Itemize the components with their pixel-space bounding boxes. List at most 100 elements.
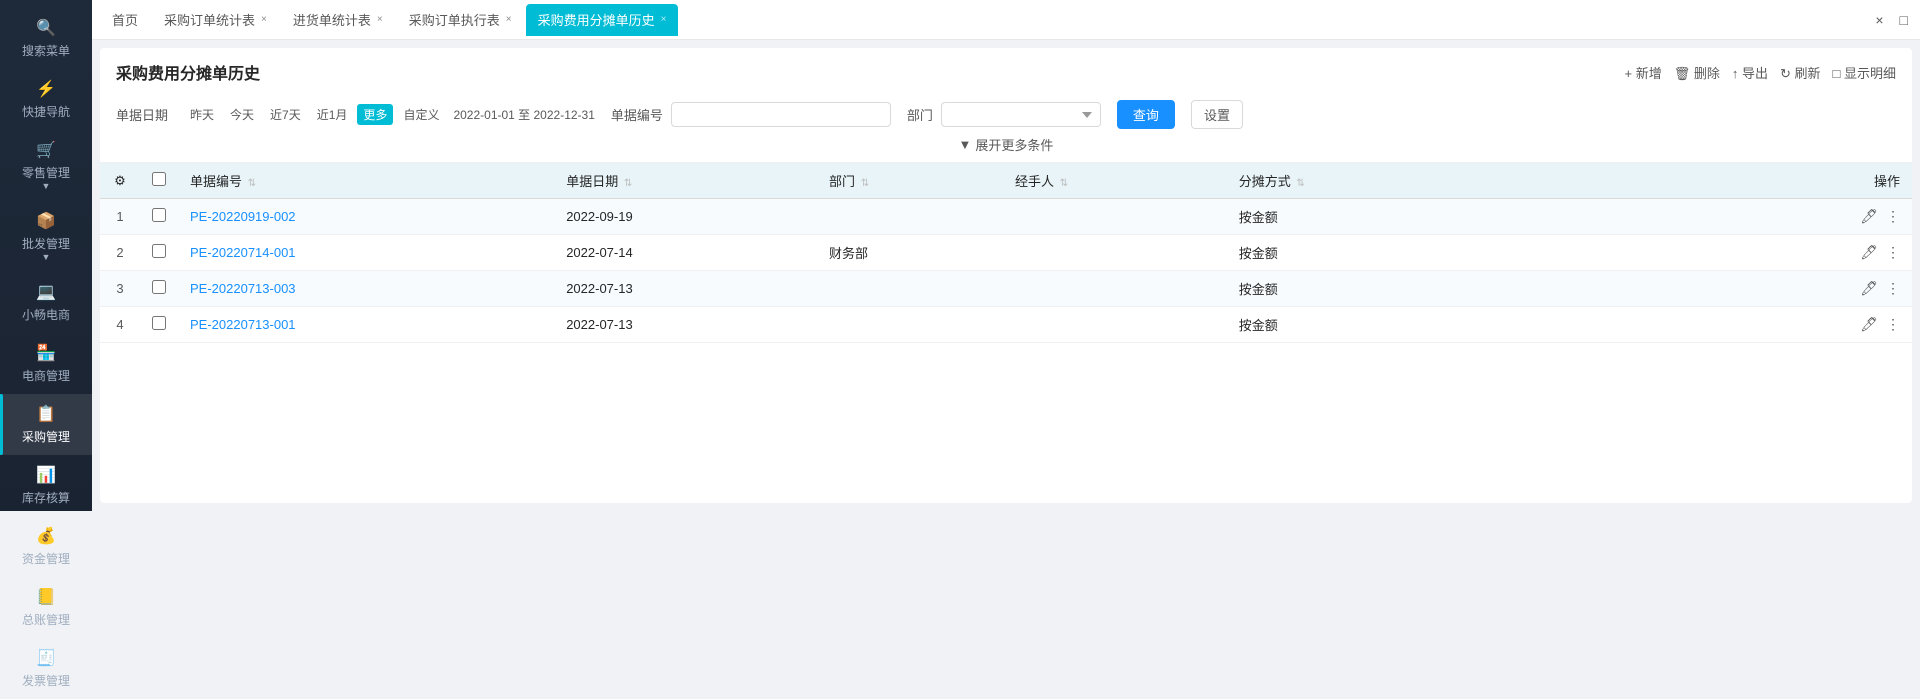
row-checkbox[interactable] — [152, 316, 166, 330]
sidebar-item-retail[interactable]: 🛒 零售管理 ▼ — [0, 130, 92, 201]
col-split-method-label: 分摊方式 — [1239, 174, 1291, 189]
sidebar-item-label: 采购管理 — [22, 428, 70, 445]
date-7days-btn[interactable]: 近7天 — [264, 104, 307, 125]
expand-more-btn[interactable]: ▼ 展开更多条件 — [116, 135, 1896, 154]
maximize-window-button[interactable]: □ — [1896, 8, 1912, 32]
close-icon[interactable]: × — [261, 14, 267, 25]
tab-purchase-cost-history[interactable]: 采购费用分摊单历史 × — [526, 4, 679, 36]
col-handler-label: 经手人 — [1015, 174, 1054, 189]
col-handler[interactable]: 经手人 ⇅ — [1003, 163, 1227, 199]
dept-label: 部门 — [907, 105, 933, 124]
sort-icon[interactable]: ⇅ — [861, 178, 869, 189]
col-order-no[interactable]: 单据编号 ⇅ — [178, 163, 554, 199]
sidebar-item-finance[interactable]: 💰 资金管理 — [0, 516, 92, 577]
sidebar-item-label: 批发管理 — [22, 235, 70, 252]
close-icon[interactable]: × — [377, 14, 383, 25]
settings-button[interactable]: 设置 — [1191, 100, 1243, 129]
row-order-no: PE-20220919-002 — [178, 199, 554, 235]
tab-home[interactable]: 首页 — [100, 4, 150, 36]
row-dept — [817, 307, 1003, 343]
col-dept[interactable]: 部门 ⇅ — [817, 163, 1003, 199]
tab-label: 采购订单统计表 — [164, 10, 255, 29]
row-checkbox-cell — [140, 307, 178, 343]
row-order-date: 2022-07-14 — [554, 235, 817, 271]
edit-icon[interactable]: 🖊 — [1860, 280, 1878, 297]
col-checkbox — [140, 163, 178, 199]
quick-nav-icon: ⚡ — [36, 79, 56, 99]
sidebar-item-general-ledger[interactable]: 📒 总账管理 — [0, 577, 92, 638]
col-split-method[interactable]: 分摊方式 ⇅ — [1227, 163, 1727, 199]
dept-select[interactable] — [941, 102, 1101, 127]
close-window-button[interactable]: × — [1871, 8, 1887, 32]
sidebar-item-ecommerce[interactable]: 🏪 电商管理 — [0, 333, 92, 394]
row-split-method: 按金额 — [1227, 307, 1727, 343]
invoice-icon: 🧾 — [36, 648, 56, 668]
row-actions: 🖊 ⋮ — [1727, 199, 1912, 235]
ledger-icon: 📒 — [36, 587, 56, 607]
more-icon[interactable]: ⋮ — [1886, 280, 1900, 297]
col-settings[interactable]: ⚙ — [100, 163, 140, 199]
tab-purchase-order-stats[interactable]: 采购订单统计表 × — [152, 4, 279, 36]
row-num: 2 — [100, 235, 140, 271]
close-icon[interactable]: × — [506, 14, 512, 25]
row-num: 4 — [100, 307, 140, 343]
edit-icon[interactable]: 🖊 — [1860, 208, 1878, 225]
order-no-link[interactable]: PE-20220713-001 — [190, 317, 296, 332]
tab-incoming-stats[interactable]: 进货单统计表 × — [281, 4, 395, 36]
order-no-link[interactable]: PE-20220919-002 — [190, 209, 296, 224]
date-today-btn[interactable]: 今天 — [224, 104, 260, 125]
close-icon[interactable]: × — [661, 14, 667, 25]
show-columns-button[interactable]: □ 显示明细 — [1833, 63, 1896, 82]
col-dept-label: 部门 — [829, 174, 855, 189]
sidebar-item-wholesale[interactable]: 📦 批发管理 ▼ — [0, 201, 92, 272]
sort-icon[interactable]: ⇅ — [1296, 178, 1304, 189]
sidebar-item-label: 零售管理 — [22, 164, 70, 181]
sort-icon[interactable]: ⇅ — [1060, 178, 1068, 189]
date-1month-btn[interactable]: 近1月 — [311, 104, 354, 125]
wholesale-icon: 📦 — [36, 211, 56, 231]
edit-icon[interactable]: 🖊 — [1860, 244, 1878, 261]
order-no-input[interactable] — [671, 102, 891, 127]
date-yesterday-btn[interactable]: 昨天 — [184, 104, 220, 125]
order-no-link[interactable]: PE-20220714-001 — [190, 245, 296, 260]
table-row: 4 PE-20220713-001 2022-07-13 按金额 🖊 ⋮ — [100, 307, 1912, 343]
row-handler — [1003, 235, 1227, 271]
row-checkbox[interactable] — [152, 244, 166, 258]
filter-bar: 单据日期 昨天 今天 近7天 近1月 更多 自定义 2022-01-01 至 2… — [100, 92, 1912, 163]
more-icon[interactable]: ⋮ — [1886, 208, 1900, 225]
edit-icon[interactable]: 🖊 — [1860, 316, 1878, 333]
sort-icon[interactable]: ⇅ — [624, 178, 632, 189]
sidebar-item-label: 发票管理 — [22, 672, 70, 689]
sidebar-item-invoice[interactable]: 🧾 发票管理 — [0, 638, 92, 699]
sidebar-item-label: 搜索菜单 — [22, 42, 70, 59]
date-more-btn[interactable]: 更多 — [357, 104, 393, 125]
add-label: + 新增 — [1625, 63, 1662, 82]
refresh-button[interactable]: ↻ 刷新 — [1780, 63, 1821, 82]
col-order-date[interactable]: 单据日期 ⇅ — [554, 163, 817, 199]
row-checkbox[interactable] — [152, 208, 166, 222]
export-button[interactable]: ↑ 导出 — [1732, 63, 1768, 82]
more-icon[interactable]: ⋮ — [1886, 244, 1900, 261]
page-header: 采购费用分摊单历史 + 新增 🗑 删除 ↑ 导出 ↻ 刷新 □ 显示明细 — [100, 48, 1912, 92]
row-dept — [817, 199, 1003, 235]
tab-purchase-order-exec[interactable]: 采购订单执行表 × — [397, 4, 524, 36]
tab-label: 采购费用分摊单历史 — [538, 10, 655, 29]
add-button[interactable]: + 新增 — [1625, 63, 1662, 82]
sidebar-item-purchase[interactable]: 📋 采购管理 — [0, 394, 92, 455]
row-checkbox[interactable] — [152, 280, 166, 294]
show-columns-label: □ 显示明细 — [1833, 63, 1896, 82]
date-custom-btn[interactable]: 自定义 — [397, 104, 445, 125]
refresh-label: ↻ 刷新 — [1780, 63, 1821, 82]
sidebar-item-inventory[interactable]: 📊 库存核算 — [0, 455, 92, 516]
sidebar-item-search[interactable]: 🔍 搜索菜单 — [0, 8, 92, 69]
sidebar-item-quick-nav[interactable]: ⚡ 快捷导航 — [0, 69, 92, 130]
query-button[interactable]: 查询 — [1117, 100, 1175, 129]
search-icon: 🔍 — [36, 18, 56, 38]
sort-icon[interactable]: ⇅ — [248, 178, 256, 189]
order-no-link[interactable]: PE-20220713-003 — [190, 281, 296, 296]
delete-button[interactable]: 🗑 删除 — [1674, 63, 1720, 82]
sidebar-item-label: 快捷导航 — [22, 103, 70, 120]
more-icon[interactable]: ⋮ — [1886, 316, 1900, 333]
sidebar-item-xiaopao[interactable]: 💻 小畅电商 — [0, 272, 92, 333]
select-all-checkbox[interactable] — [152, 172, 166, 186]
